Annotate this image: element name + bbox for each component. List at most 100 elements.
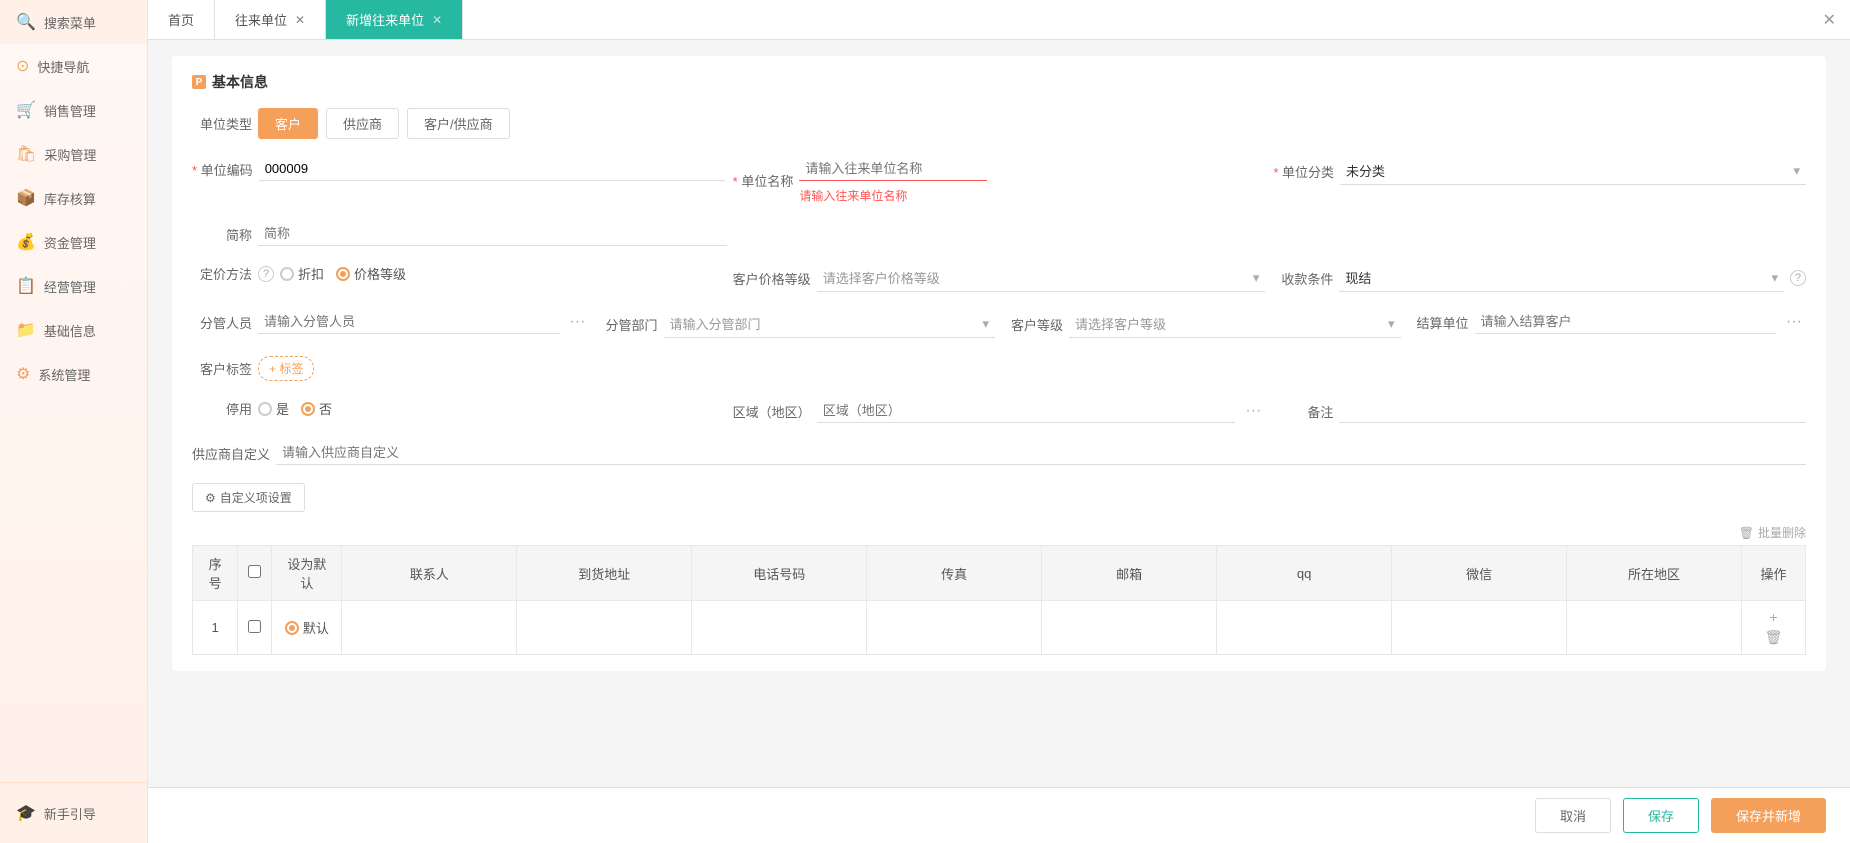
add-tag-button[interactable]: + 标签	[258, 356, 314, 381]
radio-yes[interactable]: 是	[258, 399, 289, 418]
row-address[interactable]	[517, 601, 692, 655]
row-checkbox[interactable]	[238, 601, 272, 655]
close-partner-tab[interactable]: ✕	[295, 13, 305, 27]
unit-code-input[interactable]	[259, 157, 725, 181]
close-new-partner-tab[interactable]: ✕	[432, 13, 442, 27]
supervisor-group: 分管人员 ···	[192, 310, 590, 334]
supplier-custom-group: 供应商自定义	[192, 441, 1806, 465]
table-row: 1 默认	[193, 601, 1806, 655]
pricing-row: 定价方法 ? 折扣 价格等级 客户价格等级	[192, 264, 1806, 292]
payment-info-icon[interactable]: ?	[1790, 270, 1806, 286]
sidebar-item-operation[interactable]: 📋 经营管理	[0, 264, 147, 308]
sidebar-item-basic-info[interactable]: 📁 基础信息	[0, 308, 147, 352]
info-icon[interactable]: ?	[258, 266, 274, 282]
save-and-new-button[interactable]: 保存并新增	[1711, 798, 1826, 833]
disabled-row: 停用 是 否 区域（地区） ···	[192, 399, 1806, 423]
row-default: 默认	[272, 601, 342, 655]
region-more-btn[interactable]: ···	[1241, 402, 1265, 420]
sidebar-item-purchase[interactable]: 🛍 采购管理	[0, 132, 147, 176]
row-add-button[interactable]: +	[1765, 607, 1781, 627]
row-delete-button[interactable]: 🗑	[1761, 627, 1787, 648]
row-qq[interactable]	[1217, 601, 1392, 655]
disabled-label: 停用	[192, 399, 252, 418]
department-select-wrapper[interactable]: 请输入分管部门 ▾	[664, 310, 996, 338]
sidebar-item-system[interactable]: ⚙ 系统管理	[0, 352, 147, 396]
row-region-input[interactable]	[1577, 620, 1731, 635]
contact-input[interactable]	[352, 620, 506, 635]
settlement-unit-input[interactable]	[1475, 310, 1777, 334]
btn-customer[interactable]: 客户	[258, 108, 318, 139]
supervisor-more-btn[interactable]: ···	[566, 313, 590, 331]
region-group: 区域（地区） ···	[733, 399, 1266, 423]
tab-new-partner[interactable]: 新增往来单位 ✕	[326, 0, 463, 39]
supervisor-input[interactable]	[258, 310, 560, 334]
sidebar-item-finance[interactable]: 💰 资金管理	[0, 220, 147, 264]
row-phone[interactable]	[692, 601, 867, 655]
email-input[interactable]	[1052, 620, 1206, 635]
wechat-input[interactable]	[1402, 620, 1556, 635]
supplier-custom-input[interactable]	[276, 441, 1806, 465]
newbie-icon: 🎓	[16, 803, 36, 823]
col-contact: 联系人	[342, 546, 517, 601]
row-fax[interactable]	[867, 601, 1042, 655]
save-button[interactable]: 保存	[1623, 798, 1699, 833]
settlement-unit-label: 结算单位	[1409, 313, 1469, 332]
radio-discount[interactable]: 折扣	[280, 264, 324, 283]
row-region[interactable]	[1567, 601, 1742, 655]
customize-settings-button[interactable]: ⚙ 自定义项设置	[192, 483, 305, 512]
row-contact[interactable]	[342, 601, 517, 655]
col-checkbox[interactable]	[238, 546, 272, 601]
unit-type-buttons: 客户 供应商 客户/供应商	[258, 108, 510, 139]
phone-input[interactable]	[702, 620, 856, 635]
tabbar: 首页 往来单位 ✕ 新增往来单位 ✕ ✕	[148, 0, 1850, 40]
batch-delete-button[interactable]: 🗑 批量删除	[1739, 524, 1806, 541]
sidebar-item-inventory[interactable]: 📦 库存核算	[0, 176, 147, 220]
sidebar-item-newbie[interactable]: 🎓 新手引导	[0, 791, 147, 835]
unit-name-input[interactable]	[799, 157, 987, 181]
col-address: 到货地址	[517, 546, 692, 601]
radio-no[interactable]: 否	[301, 399, 332, 418]
customer-price-level-label: 客户价格等级	[733, 269, 811, 288]
sidebar-item-search[interactable]: 🔍 搜索菜单	[0, 0, 147, 44]
col-email: 邮箱	[1042, 546, 1217, 601]
btn-both[interactable]: 客户/供应商	[407, 108, 510, 139]
customer-level-select-wrapper[interactable]: 请选择客户等级 ▾	[1069, 310, 1401, 338]
row-select-checkbox[interactable]	[248, 620, 261, 633]
payment-terms-select-wrapper[interactable]: 现结 ▾	[1339, 264, 1784, 292]
customer-level-group: 客户等级 请选择客户等级 ▾	[1003, 310, 1401, 338]
unit-category-group: 单位分类 未分类 ▾	[1273, 157, 1806, 185]
sidebar-item-quick-nav[interactable]: ⊙ 快捷导航	[0, 44, 147, 88]
unit-code-group: 单位编码	[192, 157, 725, 181]
basic-info-icon: 📁	[16, 320, 36, 340]
address-input[interactable]	[527, 620, 681, 635]
row-default-radio[interactable]: 默认	[282, 618, 331, 637]
unit-category-select-wrapper[interactable]: 未分类 ▾	[1340, 157, 1806, 185]
remark-input[interactable]	[1339, 399, 1806, 423]
cancel-button[interactable]: 取消	[1535, 798, 1611, 833]
customer-price-level-group: 客户价格等级 请选择客户价格等级 ▾	[733, 264, 1266, 292]
trash-icon: 🗑	[1739, 526, 1754, 540]
tab-partner[interactable]: 往来单位 ✕	[215, 0, 326, 39]
radio-price-level[interactable]: 价格等级	[336, 264, 406, 283]
tab-home[interactable]: 首页	[148, 0, 215, 39]
settlement-more-btn[interactable]: ···	[1782, 313, 1806, 331]
radio-discount-circle	[280, 267, 294, 281]
tabbar-close-all[interactable]: ✕	[1809, 0, 1850, 39]
qq-input[interactable]	[1227, 620, 1381, 635]
region-input[interactable]	[817, 399, 1236, 423]
row-wechat[interactable]	[1392, 601, 1567, 655]
radio-yes-circle	[258, 402, 272, 416]
unit-name-group: 单位名称 请输入往来单位名称	[733, 157, 1266, 204]
fax-input[interactable]	[877, 620, 1031, 635]
row-email[interactable]	[1042, 601, 1217, 655]
short-name-input[interactable]	[258, 222, 727, 246]
customer-price-select-wrapper[interactable]: 请选择客户价格等级 ▾	[817, 264, 1266, 292]
unit-type-row: 单位类型 客户 供应商 客户/供应商	[192, 108, 1806, 139]
btn-supplier[interactable]: 供应商	[326, 108, 399, 139]
payment-terms-group: 收款条件 现结 ▾ ?	[1273, 264, 1806, 292]
sidebar-item-sales[interactable]: 🛒 销售管理	[0, 88, 147, 132]
select-all-checkbox[interactable]	[248, 565, 261, 578]
pricing-method-label: 定价方法	[192, 264, 252, 283]
content-area: P 基本信息 单位类型 客户 供应商 客户/供应商 单位编码	[148, 40, 1850, 787]
region-label: 区域（地区）	[733, 402, 811, 421]
